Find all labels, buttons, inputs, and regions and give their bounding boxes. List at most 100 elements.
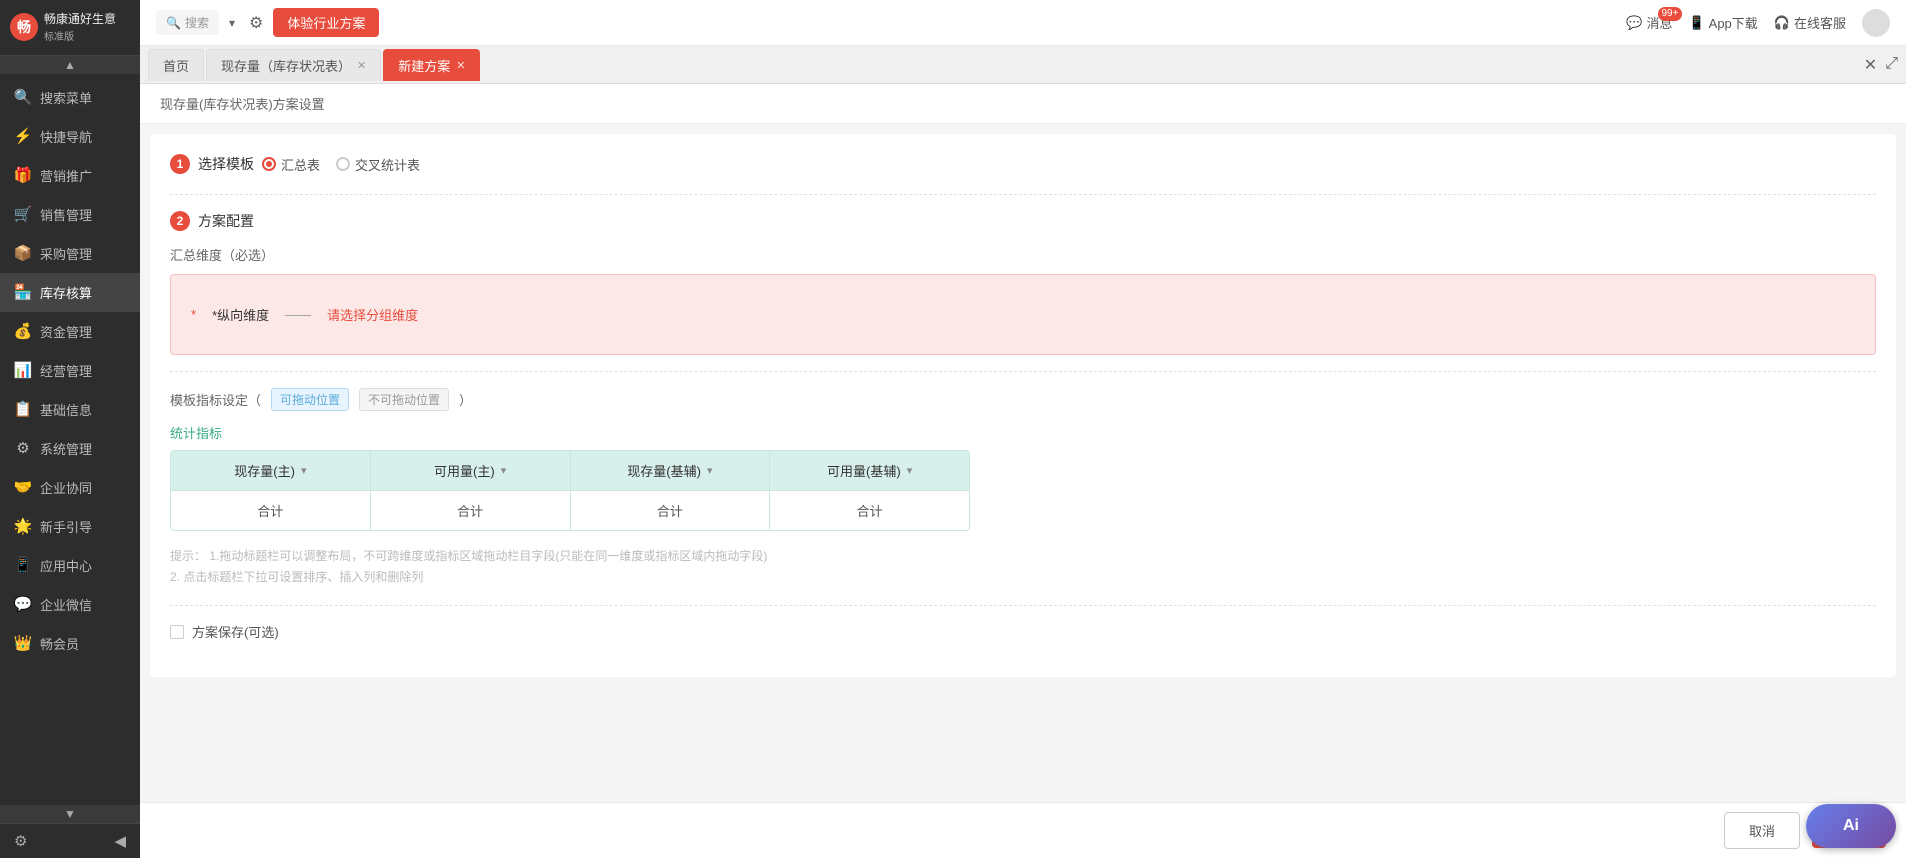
sidebar-item-purchase[interactable]: 📦 采购管理 xyxy=(0,234,140,273)
sidebar-scroll-down[interactable]: ▼ xyxy=(0,805,140,823)
sidebar-logo: 畅 畅康通好生意 标准版 xyxy=(0,0,140,56)
save-checkbox[interactable] xyxy=(170,625,184,639)
tab-new-plan[interactable]: 新建方案 ✕ xyxy=(383,49,480,81)
topbar-dropdown[interactable]: ▾ xyxy=(229,16,235,30)
dimension-dash: —— xyxy=(285,307,311,322)
template-indicator-suffix: ） xyxy=(459,390,472,409)
topbar-gear[interactable]: ⚙ xyxy=(249,13,263,33)
sidebar-item-marketing[interactable]: 🎁 营销推广 xyxy=(0,156,140,195)
col-label-1: 可用量(主) xyxy=(434,461,495,480)
sidebar-item-management[interactable]: 📊 经营管理 xyxy=(0,351,140,390)
tab-inventory[interactable]: 现存量（库存状况表） ✕ xyxy=(206,49,381,81)
search-box[interactable]: 🔍 搜索 xyxy=(156,10,219,35)
sidebar-item-label: 畅会员 xyxy=(40,634,79,653)
marketing-icon: 🎁 xyxy=(14,166,32,184)
sidebar-item-member[interactable]: 👑 畅会员 xyxy=(0,624,140,663)
dimension-area[interactable]: * *纵向维度 —— 请选择分组维度 xyxy=(170,274,1876,355)
draggable-badge: 可拖动位置 xyxy=(271,388,349,411)
system-icon: ⚙ xyxy=(14,439,32,457)
step1-title: 选择模板 xyxy=(198,154,254,174)
tab-new-plan-close[interactable]: ✕ xyxy=(456,59,465,72)
logo-text: 畅康通好生意 标准版 xyxy=(44,12,116,43)
sidebar-item-newbie[interactable]: 🌟 新手引导 xyxy=(0,507,140,546)
footer-bar: 取消 查询 xyxy=(140,802,1906,858)
sidebar-item-search[interactable]: 🔍 搜索菜单 xyxy=(0,78,140,117)
radio-cross[interactable]: 交叉统计表 xyxy=(336,155,420,174)
settings-icon[interactable]: ⚙ xyxy=(14,832,27,850)
tab-home[interactable]: 首页 xyxy=(148,49,204,81)
step2-badge: 2 xyxy=(170,211,190,231)
col-chevron-1[interactable]: ▾ xyxy=(501,464,507,477)
sidebar-item-system[interactable]: ⚙ 系统管理 xyxy=(0,429,140,468)
purchase-icon: 📦 xyxy=(14,244,32,262)
sidebar-item-label: 库存核算 xyxy=(40,283,92,302)
radio-summary-label: 汇总表 xyxy=(281,155,320,174)
sidebar-item-apps[interactable]: 📱 应用中心 xyxy=(0,546,140,585)
col-label-0: 现存量(主) xyxy=(234,461,295,480)
save-option: 方案保存(可选) xyxy=(170,622,1876,641)
dimension-placeholder: 请选择分组维度 xyxy=(327,305,418,324)
template-indicator-label: 模板指标设定（ xyxy=(170,390,261,409)
page-breadcrumb: 现存量(库存状况表)方案设置 xyxy=(140,84,1906,124)
tab-inventory-label: 现存量（库存状况表） xyxy=(221,56,351,75)
management-icon: 📊 xyxy=(14,361,32,379)
search-icon: 🔍 xyxy=(166,16,181,30)
basic-icon: 📋 xyxy=(14,400,32,418)
trial-btn[interactable]: 体验行业方案 xyxy=(273,8,379,37)
col-label-3: 可用量(基辅) xyxy=(827,461,901,480)
customer-service-label: 在线客服 xyxy=(1794,13,1846,32)
topbar: 🔍 搜索 ▾ ⚙ 体验行业方案 💬 消息 99+ 📱 App下载 🎧 在线客服 xyxy=(140,0,1906,46)
sidebar-scroll-up[interactable]: ▲ xyxy=(0,56,140,74)
sales-icon: 🛒 xyxy=(14,205,32,223)
col-chevron-2[interactable]: ▾ xyxy=(707,464,713,477)
sidebar-item-shortcut[interactable]: ⚡ 快捷导航 xyxy=(0,117,140,156)
collapse-icon[interactable]: ◀ xyxy=(114,832,126,850)
sidebar-item-label: 应用中心 xyxy=(40,556,92,575)
headset-icon: 🎧 xyxy=(1774,15,1790,31)
stats-table-row-0: 合计 合计 合计 合计 xyxy=(171,490,969,530)
step1-header: 1 选择模板 汇总表 交叉统计表 xyxy=(170,154,1876,174)
stats-table-header: 现存量(主) ▾ 可用量(主) ▾ 现存量(基辅) ▾ 可用量(基辅) xyxy=(171,451,969,490)
messages-btn[interactable]: 💬 消息 99+ xyxy=(1626,13,1672,32)
step2-section: 2 方案配置 汇总维度（必选） * *纵向维度 —— 请选择分组维度 模板指标设… xyxy=(170,211,1876,585)
ai-float-button[interactable]: Ai xyxy=(1806,804,1896,848)
sidebar-item-inventory[interactable]: 🏪 库存核算 xyxy=(0,273,140,312)
app-download-btn[interactable]: 📱 App下载 xyxy=(1688,13,1757,32)
col-header-1[interactable]: 可用量(主) ▾ xyxy=(371,451,571,490)
sidebar-item-sales[interactable]: 🛒 销售管理 xyxy=(0,195,140,234)
col-header-0[interactable]: 现存量(主) ▾ xyxy=(171,451,371,490)
tips-section: 提示： 1.拖动标题栏可以调整布局，不可跨维度或指标区域拖动栏目字段(只能在同一… xyxy=(170,547,1876,585)
topbar-right: 💬 消息 99+ 📱 App下载 🎧 在线客服 xyxy=(1626,9,1890,37)
customer-service-btn[interactable]: 🎧 在线客服 xyxy=(1774,13,1846,32)
sidebar-item-cooperation[interactable]: 🤝 企业协同 xyxy=(0,468,140,507)
cancel-button[interactable]: 取消 xyxy=(1724,812,1800,849)
sidebar-item-finance[interactable]: 💰 资金管理 xyxy=(0,312,140,351)
col-chevron-0[interactable]: ▾ xyxy=(301,464,307,477)
col-header-3[interactable]: 可用量(基辅) ▾ xyxy=(770,451,969,490)
radio-summary-circle xyxy=(262,157,276,171)
sidebar-item-label: 资金管理 xyxy=(40,322,92,341)
sidebar-item-wechat[interactable]: 💬 企业微信 xyxy=(0,585,140,624)
radio-cross-circle xyxy=(336,157,350,171)
col-header-2[interactable]: 现存量(基辅) ▾ xyxy=(571,451,771,490)
tab-inventory-close[interactable]: ✕ xyxy=(357,59,366,72)
step1-badge: 1 xyxy=(170,154,190,174)
tabs-bar: 首页 现存量（库存状况表） ✕ 新建方案 ✕ ✕ ⤢ xyxy=(140,46,1906,84)
save-option-label: 方案保存(可选) xyxy=(192,622,279,641)
sidebar-item-label: 系统管理 xyxy=(40,439,92,458)
expand-icon[interactable]: ⤢ xyxy=(1885,55,1898,75)
sidebar-bottom: ⚙ ◀ xyxy=(0,823,140,858)
sidebar-item-label: 企业协同 xyxy=(40,478,92,497)
message-icon: 💬 xyxy=(1626,15,1642,31)
logo-icon: 畅 xyxy=(10,13,38,41)
sidebar-item-basic[interactable]: 📋 基础信息 xyxy=(0,390,140,429)
sidebar-item-label: 采购管理 xyxy=(40,244,92,263)
col-chevron-3[interactable]: ▾ xyxy=(907,464,913,477)
save-divider xyxy=(170,605,1876,606)
config-panel: 1 选择模板 汇总表 交叉统计表 xyxy=(150,134,1896,677)
user-avatar[interactable] xyxy=(1862,9,1890,37)
radio-summary[interactable]: 汇总表 xyxy=(262,155,320,174)
message-count: 99+ xyxy=(1658,7,1683,21)
close-panel-icon[interactable]: ✕ xyxy=(1864,55,1877,75)
sidebar-item-label: 新手引导 xyxy=(40,517,92,536)
